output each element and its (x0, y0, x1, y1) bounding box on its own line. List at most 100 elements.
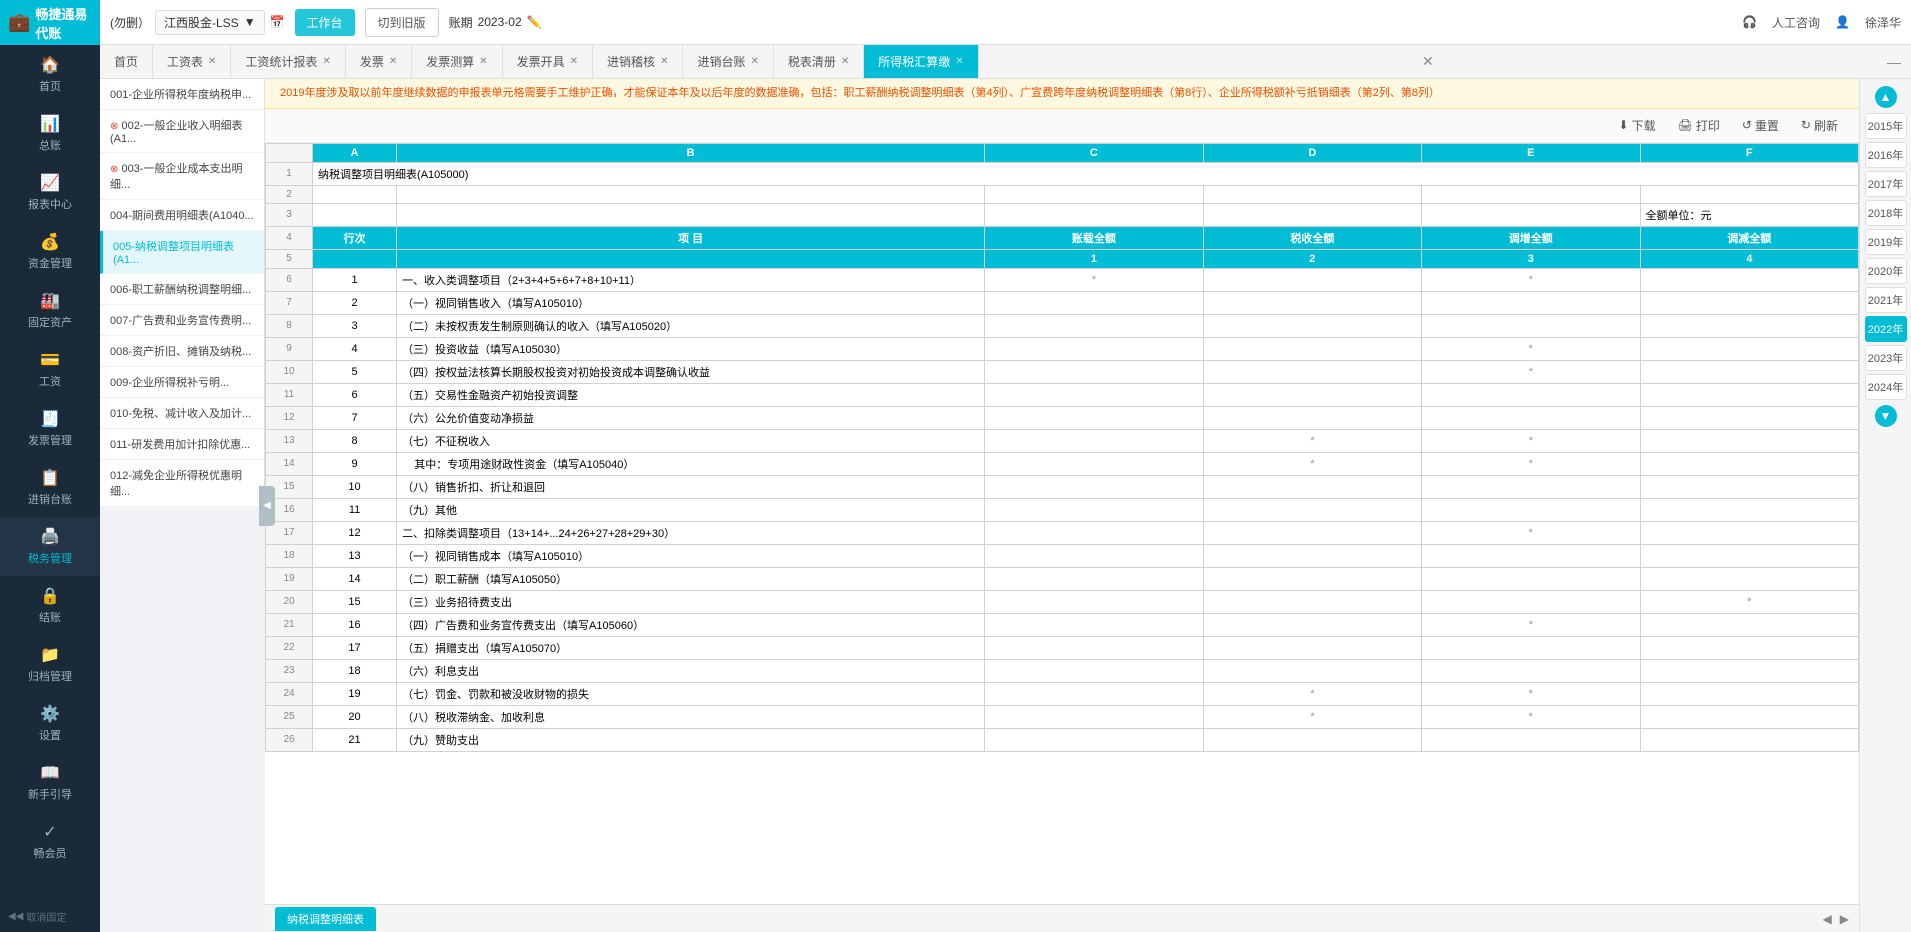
tab-close-icon[interactable]: ✕ (322, 56, 330, 67)
year-2020[interactable]: 2020年 (1865, 258, 1907, 284)
doc-label: 009-企业所得税补亏明... (110, 377, 229, 389)
year-2021[interactable]: 2021年 (1865, 287, 1907, 313)
doc-label: 005-纳税调整项目明细表(A1... (113, 241, 234, 266)
sidebar-item-member[interactable]: ✓ 畅会员 (0, 812, 100, 871)
sidebar-item-archive[interactable]: 📁 归档管理 (0, 635, 100, 694)
tab-invoice[interactable]: 发票 ✕ (346, 45, 412, 78)
tab-close-icon[interactable]: ✕ (479, 56, 487, 67)
close-all-tabs-button[interactable]: ✕ (1412, 45, 1444, 78)
sidebar-item-settings[interactable]: ⚙️ 设置 (0, 694, 100, 753)
doc-item-012[interactable]: 012-减免企业所得税优惠明细... (100, 460, 264, 507)
tab-home[interactable]: 首页 (100, 45, 153, 78)
sheet-wrapper[interactable]: A B C D E F 1 纳税调整项目明细表(A105000) (265, 143, 1859, 905)
year-2018[interactable]: 2018年 (1865, 200, 1907, 226)
home-icon: 🏠 (40, 55, 60, 75)
tax-icon: 🖨️ (40, 527, 60, 547)
year-2017[interactable]: 2017年 (1865, 171, 1907, 197)
tab-close-icon[interactable]: ✕ (841, 56, 849, 67)
support-icon: 🎧 (1742, 15, 1757, 29)
tab-close-icon[interactable]: ✕ (570, 56, 578, 67)
warning-bar: 2019年度涉及取以前年度继续数据的申报表单元格需要手工维护正确，才能保证本年及… (265, 79, 1859, 109)
sheet-tab[interactable]: 纳税调整明细表 (275, 907, 376, 931)
doc-item-006[interactable]: 006-职工薪酬纳税调整明细... (100, 274, 264, 305)
tab-close-icon[interactable]: ✕ (750, 56, 758, 67)
tab-invoice-calc[interactable]: 发票测算 ✕ (412, 45, 502, 78)
doc-item-005[interactable]: 005-纳税调整项目明细表(A1... (100, 231, 264, 274)
tab-purchase-ledger[interactable]: 进销台账 ✕ (683, 45, 773, 78)
sheet-table: A B C D E F 1 纳税调整项目明细表(A105000) (265, 143, 1859, 752)
doc-label: 001-企业所得税年度纳税申... (110, 89, 251, 101)
tab-label: 进销台账 (697, 53, 745, 70)
doc-item-008[interactable]: 008-资产折旧、摊销及纳税... (100, 336, 264, 367)
doc-item-007[interactable]: 007-广告费和业务宣传费明... (100, 305, 264, 336)
doc-item-001[interactable]: 001-企业所得税年度纳税申... (100, 79, 264, 110)
tab-close-icon[interactable]: ✕ (208, 56, 216, 67)
user-name[interactable]: 徐泽华 (1865, 14, 1901, 31)
year-2015[interactable]: 2015年 (1865, 113, 1907, 139)
sidebar: 💼 畅捷通易代账 🏠 首页 📊 总账 📈 报表中心 💰 资金管理 🏭 固定资产 … (0, 0, 100, 932)
scroll-left-icon[interactable]: ◀ (1823, 912, 1832, 926)
year-scroll-down[interactable]: ▼ (1875, 405, 1897, 427)
refresh-button[interactable]: ↻ 刷新 (1795, 114, 1844, 137)
scroll-right-icon[interactable]: ▶ (1840, 912, 1849, 926)
company-select[interactable]: 江西股金-LSS ▼ (155, 10, 265, 35)
year-2016[interactable]: 2016年 (1865, 142, 1907, 168)
sidebar-item-purchase-ledger[interactable]: 📋 进销台账 (0, 458, 100, 517)
tab-income-tax[interactable]: 所得税汇算缴 ✕ (864, 45, 978, 78)
tab-close-icon[interactable]: ✕ (389, 56, 397, 67)
year-2024[interactable]: 2024年 (1865, 374, 1907, 400)
sidebar-item-home[interactable]: 🏠 首页 (0, 45, 100, 104)
table-row: 21 16 （四）广告费和业务宣传费支出（填写A105060） * (266, 613, 1859, 636)
reset-button[interactable]: ↺ 重置 (1736, 114, 1785, 137)
tab-payroll[interactable]: 工资表 ✕ (153, 45, 231, 78)
minimize-icon[interactable]: — (1877, 46, 1911, 78)
download-button[interactable]: ⬇ 下载 (1613, 114, 1662, 137)
doc-item-004[interactable]: 004-期间费用明细表(A1040... (100, 200, 264, 231)
table-row: 24 19 （七）罚金、罚款和被没收财物的损失 * * (266, 682, 1859, 705)
tab-payroll-stats[interactable]: 工资统计报表 ✕ (231, 45, 345, 78)
download-label: 下载 (1632, 117, 1656, 134)
tab-close-icon[interactable]: ✕ (955, 56, 963, 67)
sidebar-item-assets-mgmt[interactable]: 💰 资金管理 (0, 222, 100, 281)
tab-label: 发票测算 (426, 53, 474, 70)
sidebar-item-ledger[interactable]: 📊 总账 (0, 104, 100, 163)
dropdown-icon: ▼ (244, 15, 256, 29)
year-2023[interactable]: 2023年 (1865, 345, 1907, 371)
doc-item-010[interactable]: 010-免税、减计收入及加计... (100, 398, 264, 429)
year-scroll-up[interactable]: ▲ (1875, 86, 1897, 108)
tab-invoice-open[interactable]: 发票开具 ✕ (503, 45, 593, 78)
sheet-unit: 全额单位：元 (1640, 203, 1859, 226)
doc-item-009[interactable]: 009-企业所得税补亏明... (100, 367, 264, 398)
table-row: 26 21 （九）赞助支出 (266, 728, 1859, 751)
sidebar-item-fixed-assets[interactable]: 🏭 固定资产 (0, 281, 100, 340)
doc-item-003[interactable]: ⊗ 003-一般企业成本支出明细... (100, 153, 264, 200)
row-num-header (266, 143, 313, 162)
support-label[interactable]: 人工咨询 (1772, 14, 1820, 31)
print-button[interactable]: 🖨 打印 (1672, 114, 1726, 137)
sidebar-item-invoice-mgmt[interactable]: 🧾 发票管理 (0, 399, 100, 458)
switch-version-button[interactable]: 切到旧版 (365, 8, 439, 37)
sidebar-item-label: 结账 (39, 609, 61, 625)
unpin-button[interactable]: ◀◀ 取消固定 (0, 901, 100, 932)
sidebar-item-payroll[interactable]: 💳 工资 (0, 340, 100, 399)
refresh-icon: ↻ (1801, 118, 1811, 132)
sidebar-item-close[interactable]: 🔒 结账 (0, 576, 100, 635)
period-info: 账期 2023-02 ✏️ (449, 14, 542, 31)
year-2019[interactable]: 2019年 (1865, 229, 1907, 255)
doc-item-002[interactable]: ⊗ 002-一般企业收入明细表(A1... (100, 110, 264, 153)
sidebar-item-tax-mgmt[interactable]: 🖨️ 税务管理 (0, 517, 100, 576)
tab-tax-clearance[interactable]: 税表清册 ✕ (774, 45, 864, 78)
collapse-panel-button[interactable]: ◀ (259, 486, 275, 526)
col-c-header: C (985, 143, 1203, 162)
year-2022[interactable]: 2022年 (1865, 316, 1907, 342)
tab-purchase-check[interactable]: 进销稽核 ✕ (593, 45, 683, 78)
payroll-icon: 💳 (40, 350, 60, 370)
tab-close-icon[interactable]: ✕ (660, 56, 668, 67)
doc-item-011[interactable]: 011-研发费用加计扣除优惠... (100, 429, 264, 460)
col-hang-header: 行次 (313, 226, 397, 249)
edit-period-icon[interactable]: ✏️ (527, 15, 542, 29)
workspace-button[interactable]: 工作台 (295, 9, 355, 36)
sidebar-item-reports[interactable]: 📈 报表中心 (0, 163, 100, 222)
sidebar-item-guide[interactable]: 📖 新手引导 (0, 753, 100, 812)
sidebar-item-label: 首页 (39, 78, 61, 94)
